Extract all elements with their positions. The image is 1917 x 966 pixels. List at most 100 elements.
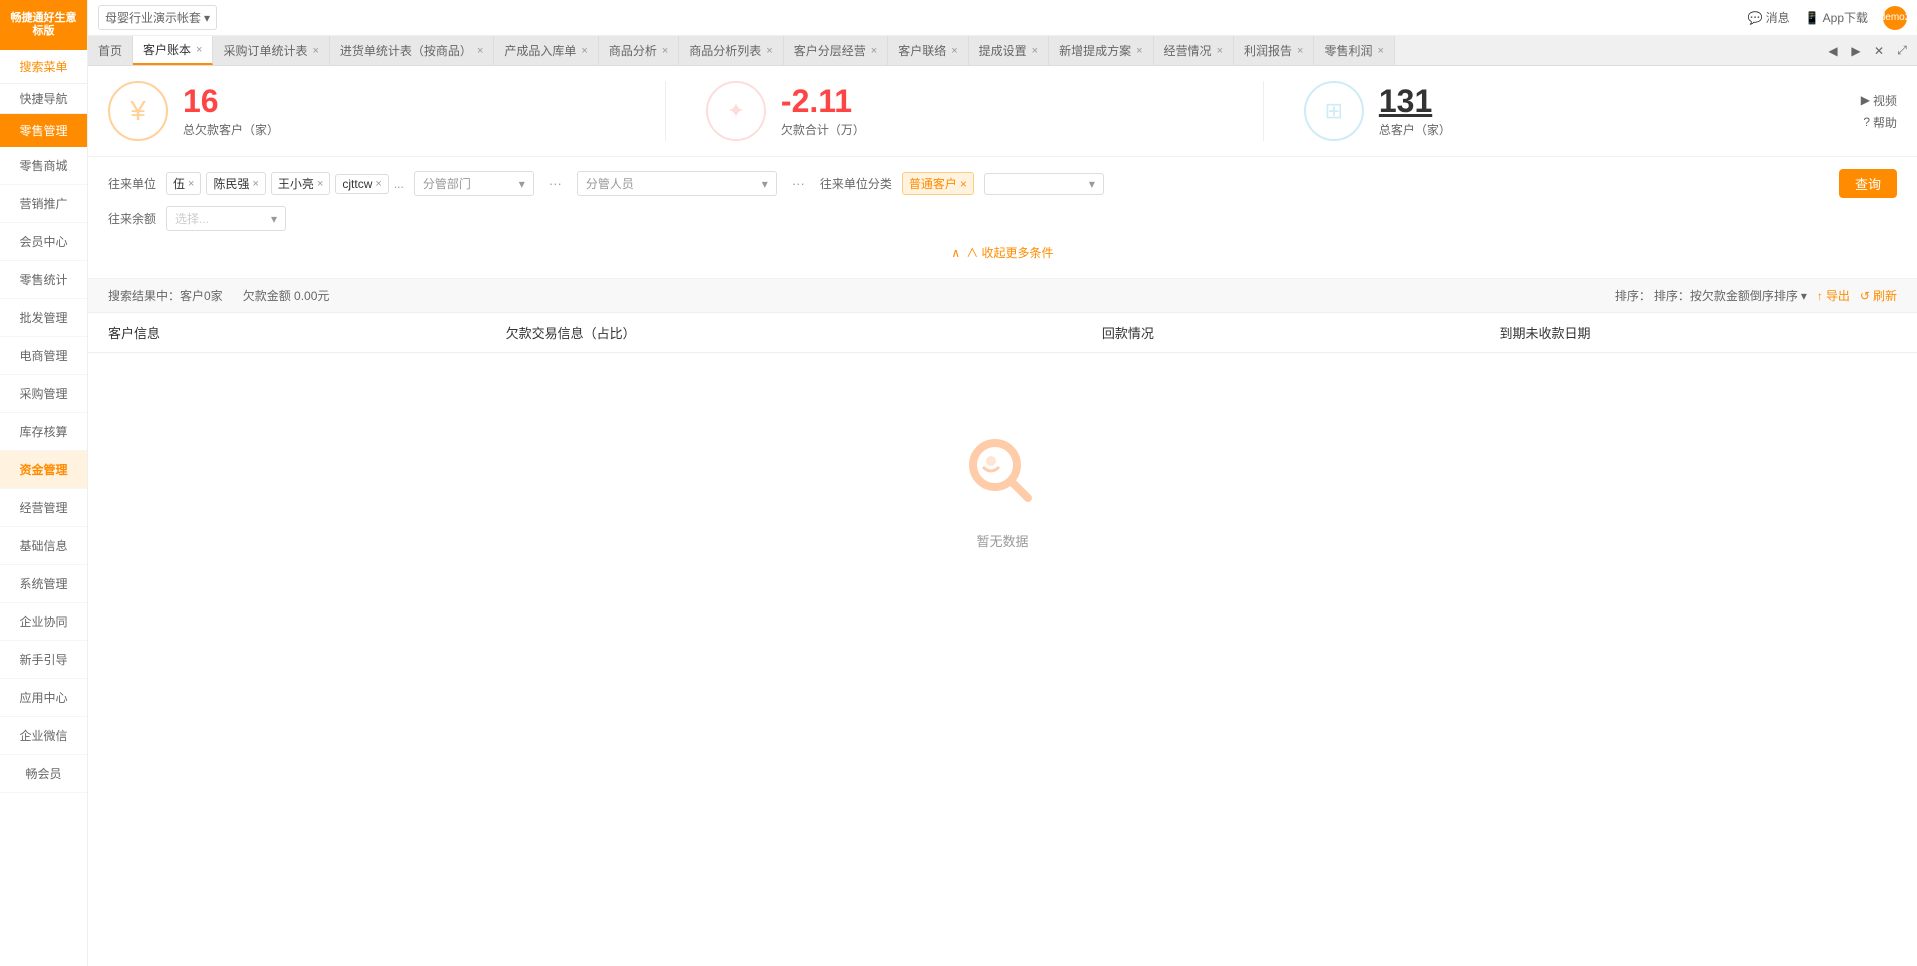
unit-tag-wu[interactable]: 伍 × (166, 172, 201, 195)
stat-customers-content: 16 总欠款客户（家） (183, 85, 279, 138)
unit-tag-cjttcw[interactable]: cjttcw × (335, 174, 388, 194)
sidebar-item-finance[interactable]: 资金管理 (0, 451, 87, 489)
help-btn[interactable]: ? 帮助 (1863, 114, 1897, 131)
sidebar-zero-retail-section[interactable]: 零售管理 (0, 114, 87, 147)
sidebar-item-retail-stats[interactable]: 零售统计 (0, 261, 87, 299)
sidebar-item-enterprise[interactable]: 企业协同 (0, 603, 87, 641)
sidebar-item-marketing[interactable]: 营销推广 (0, 185, 87, 223)
account-dropdown[interactable]: 母婴行业演示帐套 ▾ (98, 5, 217, 30)
amount-number: -2.11 (781, 85, 865, 117)
avatar[interactable]: demo2 (1883, 6, 1907, 30)
dept-dots-btn[interactable]: ··· (544, 176, 567, 191)
close-icon[interactable]: × (312, 45, 318, 57)
sidebar-item-operation[interactable]: 经营管理 (0, 489, 87, 527)
close-icon[interactable]: × (662, 45, 668, 57)
unit-class-tag-group: 普通客户 × (902, 172, 974, 195)
stat-divider-1 (665, 81, 666, 141)
sidebar-item-vip[interactable]: 畅会员 (0, 755, 87, 793)
amount-label: 欠款合计（万） (781, 121, 865, 138)
tab-customer-layering[interactable]: 客户分层经营 × (784, 36, 888, 65)
export-btn[interactable]: ↑ 导出 (1817, 287, 1850, 304)
remove-cjttcw-icon[interactable]: × (375, 178, 381, 190)
remove-class-icon[interactable]: × (960, 177, 967, 191)
unit-tag-chen[interactable]: 陈民强 × (206, 172, 265, 195)
stat-total-content: 131 总客户（家） (1379, 85, 1451, 138)
tab-purchase-order[interactable]: 采购订单统计表 × (213, 36, 329, 65)
sidebar-quick-nav[interactable]: 快捷导航 (0, 84, 87, 114)
close-icon[interactable]: × (1297, 45, 1303, 57)
sidebar-item-guide[interactable]: 新手引导 (0, 641, 87, 679)
video-btn[interactable]: ▶ 视频 (1861, 92, 1897, 109)
app-download-btn[interactable]: 📱 App下载 (1805, 9, 1868, 26)
tab-expand-btn[interactable]: ⤢ (1892, 41, 1912, 61)
query-button[interactable]: 查询 (1839, 169, 1897, 198)
remove-chen-icon[interactable]: × (252, 178, 258, 190)
tab-home[interactable]: 首页 (88, 36, 133, 65)
collapse-btn[interactable]: ∧ ∧ 收起更多条件 (108, 239, 1897, 266)
close-icon[interactable]: × (766, 45, 772, 57)
sort-label: 排序： (1615, 287, 1651, 304)
balance-chevron-icon: ▾ (271, 212, 277, 226)
refresh-btn[interactable]: ↺ 刷新 (1860, 287, 1897, 304)
sidebar-item-purchase[interactable]: 采购管理 (0, 375, 87, 413)
tab-commission-settings[interactable]: 提成设置 × (969, 36, 1049, 65)
close-icon[interactable]: × (196, 44, 202, 56)
remove-wang-icon[interactable]: × (317, 178, 323, 190)
tab-purchase-stats[interactable]: 进货单统计表（按商品） × (330, 36, 494, 65)
sidebar-item-wechat[interactable]: 企业微信 (0, 717, 87, 755)
person-select[interactable]: 分管人员 ▾ (577, 171, 777, 196)
filter-row-2: 往来余额 选择... ▾ (108, 206, 1897, 231)
close-icon[interactable]: × (477, 45, 483, 57)
account-name: 母婴行业演示帐套 (105, 9, 201, 26)
remove-wu-icon[interactable]: × (188, 178, 194, 190)
tab-prev-btn[interactable]: ◀ (1823, 41, 1843, 61)
customers-number: 16 (183, 85, 279, 117)
close-icon[interactable]: × (871, 45, 877, 57)
sidebar-item-member[interactable]: 会员中心 (0, 223, 87, 261)
sidebar-item-retail-mall[interactable]: 零售商城 (0, 147, 87, 185)
sort-chevron-icon: ▾ (1801, 289, 1807, 303)
close-icon[interactable]: × (581, 45, 587, 57)
results-bar: 搜索结果中：客户0家 欠款金额 0.00元 排序： 排序：按欠款金额倒序排序 ▾… (88, 279, 1917, 313)
tab-profit-report[interactable]: 利润报告 × (1234, 36, 1314, 65)
sidebar-search[interactable]: 搜索菜单 (0, 50, 87, 84)
chevron-down-icon: ▾ (204, 11, 210, 25)
table-header: 客户信息 欠款交易信息（占比） 回款情况 到期未收款日期 (88, 313, 1917, 353)
tab-product-list[interactable]: 商品分析列表 × (679, 36, 783, 65)
close-icon[interactable]: × (1136, 45, 1142, 57)
balance-select[interactable]: 选择... ▾ (166, 206, 286, 231)
unit-class-select[interactable]: ▾ (984, 173, 1104, 195)
stat-amount-content: -2.11 欠款合计（万） (781, 85, 865, 138)
close-icon[interactable]: × (1032, 45, 1038, 57)
export-icon: ↑ (1817, 289, 1823, 303)
sidebar-item-inventory[interactable]: 库存核算 (0, 413, 87, 451)
tab-retail-profit[interactable]: 零售利润 × (1314, 36, 1394, 65)
close-icon[interactable]: × (1377, 45, 1383, 57)
messages-btn[interactable]: 💬 消息 (1748, 9, 1790, 26)
dept-select[interactable]: 分管部门 ▾ (414, 171, 534, 196)
tab-production[interactable]: 产成品入库单 × (494, 36, 598, 65)
close-icon[interactable]: × (951, 45, 957, 57)
sidebar-item-app-center[interactable]: 应用中心 (0, 679, 87, 717)
sidebar-item-ecommerce[interactable]: 电商管理 (0, 337, 87, 375)
sort-select[interactable]: 排序： 排序：按欠款金额倒序排序 ▾ (1615, 287, 1807, 304)
tab-customer-ledger[interactable]: 客户账本 × (133, 36, 213, 65)
stats-bar: ¥ 16 总欠款客户（家） ✦ -2.11 欠款合计（万） (88, 66, 1917, 157)
more-tags-btn[interactable]: ... (394, 177, 404, 191)
tab-close-all-btn[interactable]: ✕ (1869, 41, 1889, 61)
tab-next-btn[interactable]: ▶ (1846, 41, 1866, 61)
sidebar-item-system[interactable]: 系统管理 (0, 565, 87, 603)
tab-new-commission[interactable]: 新增提成方案 × (1049, 36, 1153, 65)
unit-label: 往来单位 (108, 175, 156, 192)
sidebar-item-wholesale[interactable]: 批发管理 (0, 299, 87, 337)
close-icon[interactable]: × (1217, 45, 1223, 57)
sidebar-item-basic-info[interactable]: 基础信息 (0, 527, 87, 565)
unit-class-selected-tag[interactable]: 普通客户 × (902, 172, 974, 195)
person-dots-btn[interactable]: ··· (787, 176, 810, 191)
tab-business-status[interactable]: 经营情况 × (1154, 36, 1234, 65)
tab-customer-contact[interactable]: 客户联络 × (888, 36, 968, 65)
tab-product-analysis[interactable]: 商品分析 × (599, 36, 679, 65)
amount-icon: ✦ (706, 81, 766, 141)
empty-state: 暂无数据 (88, 353, 1917, 630)
unit-tag-wang[interactable]: 王小亮 × (271, 172, 330, 195)
